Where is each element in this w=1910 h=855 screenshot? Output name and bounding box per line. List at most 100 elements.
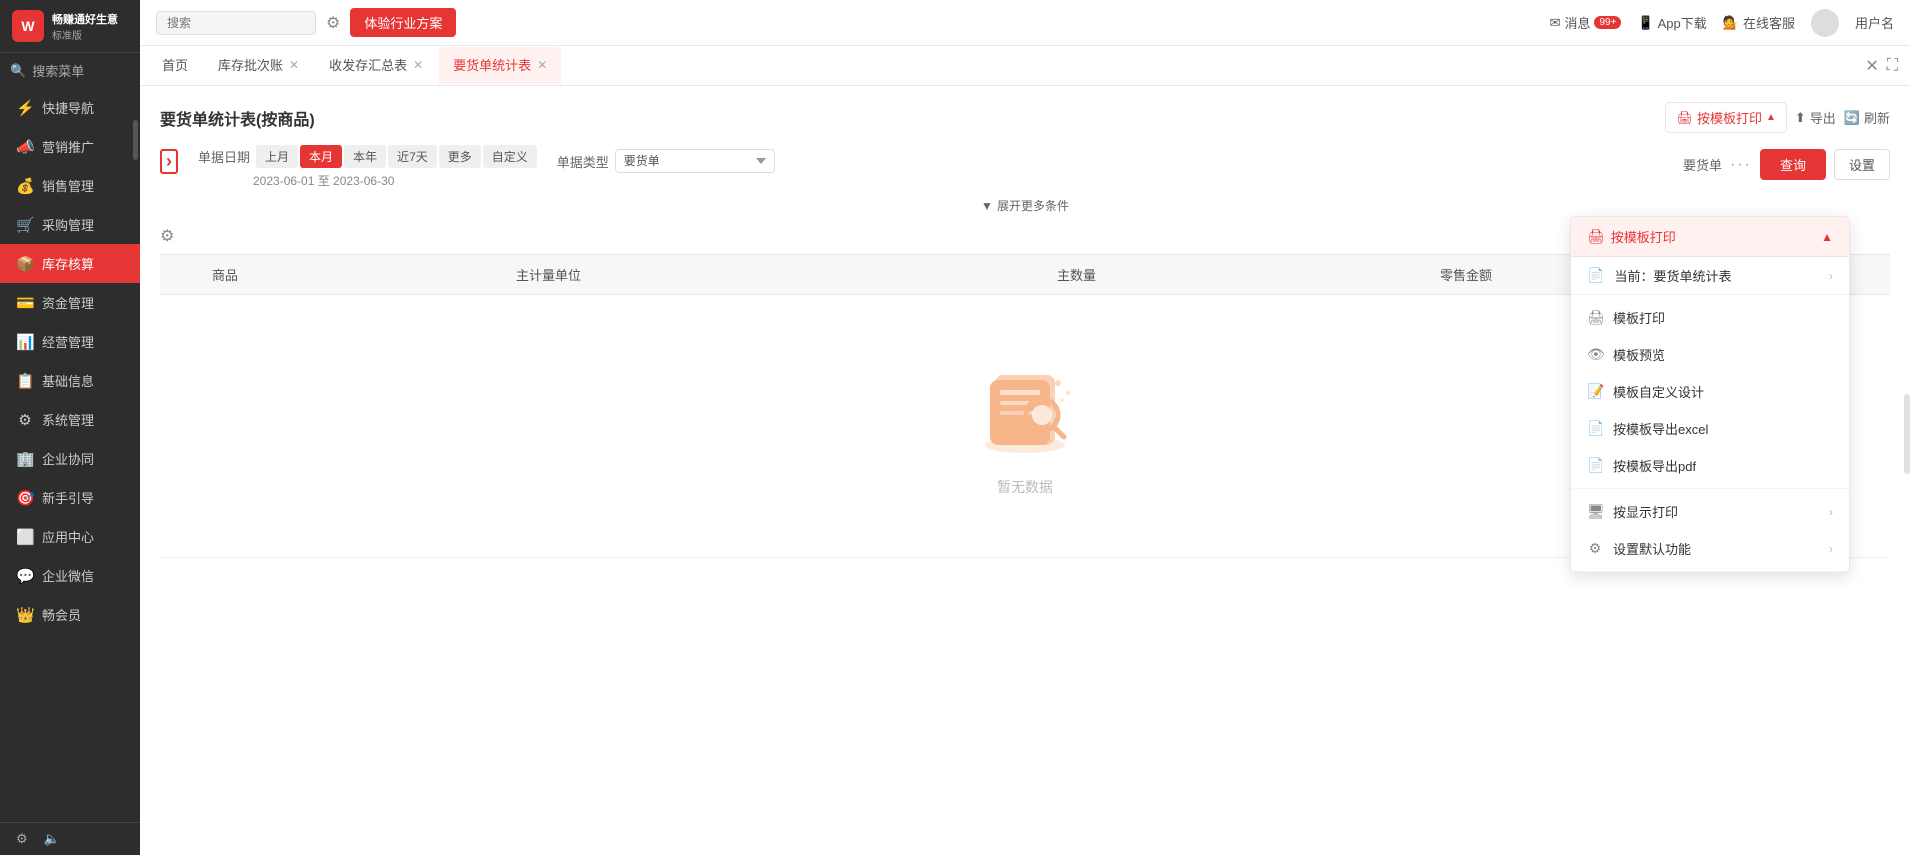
online-service-btn[interactable]: 💁 在线客服 xyxy=(1723,13,1795,32)
settings-icon[interactable]: ⚙ xyxy=(16,831,28,847)
three-dots[interactable]: ··· xyxy=(1730,156,1752,174)
dropdown-item-export-pdf[interactable]: 📄 按模板导出pdf xyxy=(1571,447,1849,484)
page-scrollbar[interactable] xyxy=(1904,394,1910,474)
order-cat-label: 要货单 xyxy=(1683,155,1722,174)
dropdown-title: 按模板打印 xyxy=(1611,227,1676,246)
sidebar-item-appstore[interactable]: ⬜ 应用中心 xyxy=(0,517,140,556)
filter-row: › 单据日期 上月 本月 本年 近7天 更多 自定义 xyxy=(160,145,1890,189)
printer-icon: 🖨 xyxy=(1676,110,1693,126)
sidebar-item-enterprise[interactable]: 🏢 企业协同 xyxy=(0,439,140,478)
sidebar-item-guide[interactable]: 🎯 新手引导 xyxy=(0,478,140,517)
order-type-filter: 单据类型 要货单 xyxy=(557,149,775,173)
volume-icon[interactable]: 🔈 xyxy=(44,831,60,847)
tab-close-inventory-batch[interactable]: ✕ xyxy=(289,58,299,72)
industry-btn[interactable]: 体验行业方案 xyxy=(350,8,456,37)
app-download-label: App下载 xyxy=(1658,13,1707,32)
dropdown-item-label: 模板预览 xyxy=(1613,345,1665,364)
messages-label: 消息 xyxy=(1564,13,1590,32)
topbar-right: ✉ 消息 99+ 📱 App下载 💁 在线客服 用户名 xyxy=(1550,9,1894,37)
messages-btn[interactable]: ✉ 消息 99+ xyxy=(1550,13,1622,32)
template-print-btn[interactable]: 🖨 按模板打印 ▲ xyxy=(1665,102,1786,133)
sidebar-item-label: 基础信息 xyxy=(42,371,94,390)
close-all-icon[interactable]: ✕ xyxy=(1865,56,1878,76)
empty-text: 暂无数据 xyxy=(997,477,1053,497)
dropdown-sections: 🖥 按显示打印 › ⚙ 设置默认功能 › xyxy=(1571,489,1849,572)
sidebar-item-operation[interactable]: 📊 经营管理 xyxy=(0,322,140,361)
expand-icon[interactable]: › xyxy=(160,149,178,174)
sidebar-item-label: 新手引导 xyxy=(42,488,94,507)
col-product: 商品 xyxy=(200,255,504,295)
table-settings-icon[interactable]: ⚙ xyxy=(160,226,174,246)
display-print-icon: 🖥 xyxy=(1587,503,1603,520)
maximize-icon[interactable]: ⛶ xyxy=(1887,57,1898,75)
sidebar-item-inventory[interactable]: 📦 库存核算 xyxy=(0,244,140,283)
dropdown-set-default[interactable]: ⚙ 设置默认功能 › xyxy=(1571,530,1849,567)
sidebar-nav: ⚡ 快捷导航 📣 营销推广 💰 销售管理 🛒 采购管理 📦 库存核算 💳 资金管… xyxy=(0,88,140,822)
tab-inventory-batch[interactable]: 库存批次账 ✕ xyxy=(204,47,313,84)
dropdown-chevron[interactable]: ▲ xyxy=(1821,230,1833,244)
date-btn-last-month[interactable]: 上月 xyxy=(256,145,298,168)
expand-more-btn[interactable]: ▼ 展开更多条件 xyxy=(981,197,1069,214)
export-excel-icon: 📄 xyxy=(1587,420,1603,437)
date-row: 单据日期 上月 本月 本年 近7天 更多 自定义 xyxy=(198,145,537,168)
chevron-up-icon: ▲ xyxy=(1766,112,1776,123)
topbar-search-input[interactable] xyxy=(156,11,316,35)
finance-icon: 💳 xyxy=(16,294,34,312)
refresh-btn[interactable]: 🔄 刷新 xyxy=(1844,108,1890,127)
export-pdf-icon: 📄 xyxy=(1587,457,1603,474)
sidebar-search[interactable]: 🔍 搜索菜单 xyxy=(0,53,140,88)
tab-bar-right: ✕ ⛶ xyxy=(1865,56,1910,76)
avatar[interactable] xyxy=(1811,9,1839,37)
sidebar-item-base[interactable]: 📋 基础信息 xyxy=(0,361,140,400)
tab-close-receive-summary[interactable]: ✕ xyxy=(413,58,423,72)
filter-expand-arrow[interactable]: › xyxy=(160,149,178,174)
dropdown-item-label: 按模板导出excel xyxy=(1613,419,1708,438)
template-design-icon: 📝 xyxy=(1587,383,1603,400)
page-header: 要货单统计表(按商品) 🖨 按模板打印 ▲ ⬆ 导出 🔄 刷新 xyxy=(140,86,1910,133)
tab-order-stats[interactable]: 要货单统计表 ✕ xyxy=(439,47,561,84)
sidebar-item-purchase[interactable]: 🛒 采购管理 xyxy=(0,205,140,244)
online-service-label: 在线客服 xyxy=(1743,13,1795,32)
date-btn-more[interactable]: 更多 xyxy=(439,145,481,168)
sidebar-item-sales[interactable]: 💰 销售管理 xyxy=(0,166,140,205)
system-icon: ⚙ xyxy=(16,411,34,429)
tab-home[interactable]: 首页 xyxy=(148,47,202,84)
set-default-icon: ⚙ xyxy=(1587,540,1603,557)
sidebar-scrollbar[interactable] xyxy=(133,120,138,160)
empty-svg xyxy=(970,355,1080,465)
tab-receive-summary[interactable]: 收发存汇总表 ✕ xyxy=(315,47,437,84)
app-download-btn[interactable]: 📱 App下载 xyxy=(1637,13,1706,32)
dropdown-header[interactable]: 🖨 按模板打印 ▲ xyxy=(1571,217,1849,257)
sidebar-item-weixin[interactable]: 💬 企业微信 xyxy=(0,556,140,595)
date-btn-this-year[interactable]: 本年 xyxy=(344,145,386,168)
service-icon: 💁 xyxy=(1723,15,1739,31)
tab-label: 库存批次账 xyxy=(218,55,283,74)
sidebar-item-label: 企业微信 xyxy=(42,566,94,585)
sidebar-item-system[interactable]: ⚙ 系统管理 xyxy=(0,400,140,439)
sidebar-item-marketing[interactable]: 📣 营销推广 xyxy=(0,127,140,166)
dropdown-item-label: 模板打印 xyxy=(1613,308,1665,327)
order-type-label: 单据类型 xyxy=(557,152,609,171)
date-btn-7days[interactable]: 近7天 xyxy=(388,145,437,168)
sales-icon: 💰 xyxy=(16,177,34,195)
sidebar-item-vip[interactable]: 👑 畅会员 xyxy=(0,595,140,634)
dropdown-item-template-preview[interactable]: 👁 模板预览 xyxy=(1571,336,1849,373)
sidebar-item-label: 采购管理 xyxy=(42,215,94,234)
sidebar-item-quick-nav[interactable]: ⚡ 快捷导航 xyxy=(0,88,140,127)
settings-btn[interactable]: 设置 xyxy=(1834,149,1890,180)
sidebar-item-label: 应用中心 xyxy=(42,527,94,546)
dropdown-item-export-excel[interactable]: 📄 按模板导出excel xyxy=(1571,410,1849,447)
query-btn[interactable]: 查询 xyxy=(1760,149,1826,180)
message-icon: ✉ xyxy=(1550,15,1561,31)
order-type-select[interactable]: 要货单 xyxy=(615,149,775,173)
date-btn-custom[interactable]: 自定义 xyxy=(483,145,537,168)
date-btn-this-month[interactable]: 本月 xyxy=(300,145,342,168)
dropdown-item-template-print[interactable]: 🖨 模板打印 xyxy=(1571,299,1849,336)
sidebar-item-finance[interactable]: 💳 资金管理 xyxy=(0,283,140,322)
export-btn[interactable]: ⬆ 导出 xyxy=(1795,108,1836,127)
tab-close-order-stats[interactable]: ✕ xyxy=(537,58,547,72)
gear-icon[interactable]: ⚙ xyxy=(326,13,340,33)
dropdown-item-template-design[interactable]: 📝 模板自定义设计 xyxy=(1571,373,1849,410)
dropdown-display-print[interactable]: 🖥 按显示打印 › xyxy=(1571,493,1849,530)
export-label: 导出 xyxy=(1810,108,1836,127)
